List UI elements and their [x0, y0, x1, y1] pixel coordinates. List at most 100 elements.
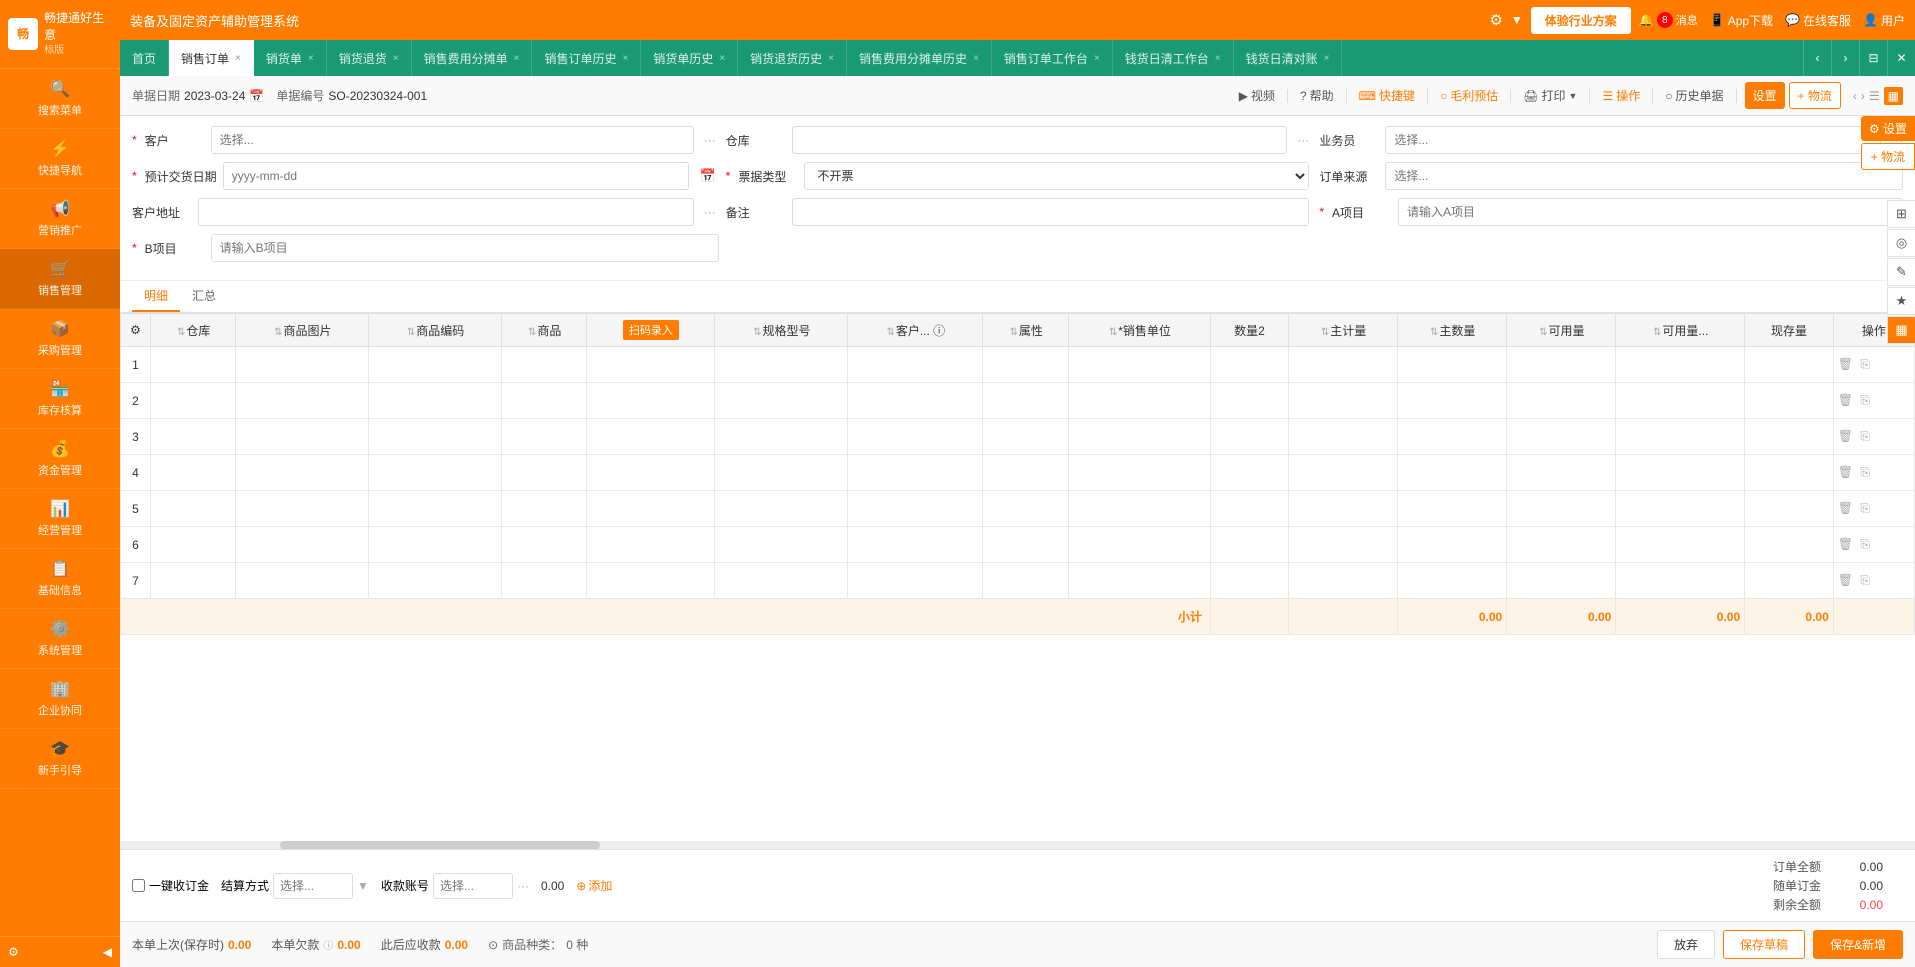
one-click-checkbox[interactable]: [132, 879, 145, 892]
col-customer-code[interactable]: ⇅客户... ⓘ: [848, 314, 983, 347]
table-scrollbar[interactable]: [120, 841, 1915, 849]
row-delete-icon[interactable]: 🗑: [1838, 357, 1853, 371]
add-logistics-button[interactable]: + 物流: [1789, 82, 1841, 109]
online-service-button[interactable]: 💬 在线客服: [1785, 12, 1851, 29]
row-qty2[interactable]: [1210, 347, 1288, 383]
tab-more[interactable]: ⊟: [1859, 40, 1887, 76]
sidebar-item-marketing[interactable]: 📢 营销推广: [0, 189, 120, 249]
col-attributes[interactable]: ⇅属性: [983, 314, 1068, 347]
this-order-info-icon[interactable]: ⓘ: [323, 937, 333, 952]
settings-button[interactable]: 设置: [1745, 82, 1785, 109]
tab-close-credit-daily-workbench[interactable]: ×: [1215, 53, 1221, 64]
col-qty2[interactable]: 数量2: [1210, 314, 1288, 347]
row-copy-icon[interactable]: ⎘: [1860, 573, 1870, 587]
calendar-icon[interactable]: 📅: [249, 89, 264, 103]
right-float-edit[interactable]: ✎: [1887, 258, 1915, 286]
tab-scroll-left[interactable]: ‹: [1803, 40, 1831, 76]
grid-view-icon[interactable]: ☰: [1869, 89, 1880, 103]
order-source-input[interactable]: [1385, 162, 1903, 190]
tab-sales-return-history[interactable]: 销货单历史 ×: [641, 40, 738, 76]
sidebar-item-system[interactable]: ⚙️ 系统管理: [0, 609, 120, 669]
row-copy-icon[interactable]: ⎘: [1860, 429, 1870, 443]
sidebar-item-finance[interactable]: 💰 资金管理: [0, 429, 120, 489]
profit-button[interactable]: ○ 毛利预估: [1436, 85, 1502, 106]
row-delete-icon[interactable]: 🗑: [1838, 501, 1853, 515]
account-input[interactable]: [433, 873, 513, 899]
tab-sales-order-history[interactable]: 销售订单历史 ×: [532, 40, 641, 76]
tab-scroll-right[interactable]: ›: [1831, 40, 1859, 76]
save-draft-button[interactable]: 保存草稿: [1723, 930, 1805, 959]
payment-method-input[interactable]: [273, 873, 353, 899]
tab-sales-order[interactable]: 销售订单 ×: [169, 40, 254, 76]
card-view-icon[interactable]: ▦: [1884, 87, 1903, 105]
row-warehouse[interactable]: [151, 347, 236, 383]
row-copy-icon[interactable]: ⎘: [1860, 537, 1870, 551]
tab-close-sales-order-history[interactable]: ×: [622, 53, 628, 64]
project-a-input[interactable]: [1398, 198, 1903, 226]
row-customer-code[interactable]: [848, 347, 983, 383]
right-float-fingerprint[interactable]: ◎: [1887, 229, 1915, 257]
customer-address-more-icon[interactable]: ···: [704, 205, 716, 219]
topbar-settings-icon[interactable]: ⚙: [1489, 11, 1502, 29]
warehouse-input[interactable]: 成品库: [792, 126, 1288, 154]
row-delete-icon[interactable]: 🗑: [1838, 429, 1853, 443]
row-copy-icon[interactable]: ⎘: [1860, 393, 1870, 407]
row-delete-icon[interactable]: 🗑: [1838, 393, 1853, 407]
tab-credit-daily-workbench[interactable]: 钱货日清工作台 ×: [1113, 40, 1234, 76]
sidebar-item-search[interactable]: 🔍 搜索菜单: [0, 69, 120, 129]
print-button[interactable]: 🖨 打印 ▼: [1519, 85, 1581, 106]
sidebar-settings-icon[interactable]: ⚙: [8, 945, 19, 959]
row-product[interactable]: [501, 347, 586, 383]
row-sales-unit[interactable]: [1068, 347, 1210, 383]
invoice-type-select[interactable]: 不开票: [804, 162, 1309, 190]
shortcuts-button[interactable]: ⌨ 快捷键: [1355, 85, 1419, 106]
salesperson-input[interactable]: [1385, 126, 1881, 154]
discard-button[interactable]: 放弃: [1657, 930, 1715, 959]
tab-close-sales-refund[interactable]: ×: [393, 53, 399, 64]
col-product-img[interactable]: ⇅商品图片: [236, 314, 369, 347]
sidebar-item-purchase[interactable]: 📦 采购管理: [0, 309, 120, 369]
help-button[interactable]: ? 帮助: [1296, 85, 1338, 106]
sidebar-item-enterprise[interactable]: 🏢 企业协同: [0, 669, 120, 729]
tab-close-sales-order[interactable]: ×: [235, 53, 241, 64]
operations-button[interactable]: ☰ 操作: [1598, 85, 1644, 106]
row-spec[interactable]: [715, 347, 848, 383]
col-product-code[interactable]: ⇅商品编码: [369, 314, 502, 347]
row-main-qty[interactable]: [1398, 347, 1507, 383]
sidebar-item-quick-nav[interactable]: ⚡ 快捷导航: [0, 129, 120, 189]
row-delete-icon[interactable]: 🗑: [1838, 465, 1853, 479]
table-scroll-thumb[interactable]: [280, 841, 600, 849]
save-new-button[interactable]: 保存&新增: [1813, 930, 1903, 959]
tab-close-sales-refund-history[interactable]: ×: [828, 53, 834, 64]
tab-close-sales-return-history[interactable]: ×: [719, 53, 725, 64]
scan-enter-button[interactable]: 扫码录入: [623, 320, 679, 340]
col-main-unit[interactable]: ⇅主计量: [1289, 314, 1398, 347]
detail-tab-detail[interactable]: 明细: [132, 281, 180, 312]
row-attributes[interactable]: [983, 347, 1068, 383]
nav-prev-icon[interactable]: ‹: [1853, 89, 1857, 103]
row-product-code[interactable]: [369, 347, 502, 383]
sidebar-item-operations[interactable]: 📊 经营管理: [0, 489, 120, 549]
col-scan[interactable]: 扫码录入: [587, 314, 715, 347]
notification-button[interactable]: 🔔 8 消息: [1639, 12, 1698, 28]
row-copy-icon[interactable]: ⎘: [1860, 501, 1870, 515]
tab-sales-fee-history[interactable]: 销售费用分摊单历史 ×: [847, 40, 992, 76]
col-spec[interactable]: ⇅规格型号: [715, 314, 848, 347]
form-logistics-button[interactable]: + 物流: [1861, 143, 1915, 170]
account-more-icon[interactable]: ···: [517, 879, 529, 893]
solution-button[interactable]: 体验行业方案: [1531, 7, 1631, 34]
view-button[interactable]: ▶ 视频: [1235, 85, 1279, 106]
right-float-expand[interactable]: ⊞: [1887, 200, 1915, 228]
add-button[interactable]: ⊕ 添加: [576, 877, 612, 894]
col-available[interactable]: ⇅可用量: [1507, 314, 1616, 347]
row-copy-icon[interactable]: ⎘: [1860, 357, 1870, 371]
sidebar-item-guide[interactable]: 🎓 新手引导: [0, 729, 120, 789]
row-delete-icon[interactable]: 🗑: [1838, 573, 1853, 587]
tab-close-sales-order-workbench[interactable]: ×: [1094, 53, 1100, 64]
sidebar-item-basics[interactable]: 📋 基础信息: [0, 549, 120, 609]
customer-more-icon[interactable]: ···: [704, 133, 716, 147]
notes-input[interactable]: [792, 198, 1310, 226]
tab-sales-fee-split[interactable]: 销售费用分摊单 ×: [412, 40, 533, 76]
tab-close-sales-return[interactable]: ×: [308, 53, 314, 64]
tab-sales-return[interactable]: 销货单 ×: [254, 40, 327, 76]
